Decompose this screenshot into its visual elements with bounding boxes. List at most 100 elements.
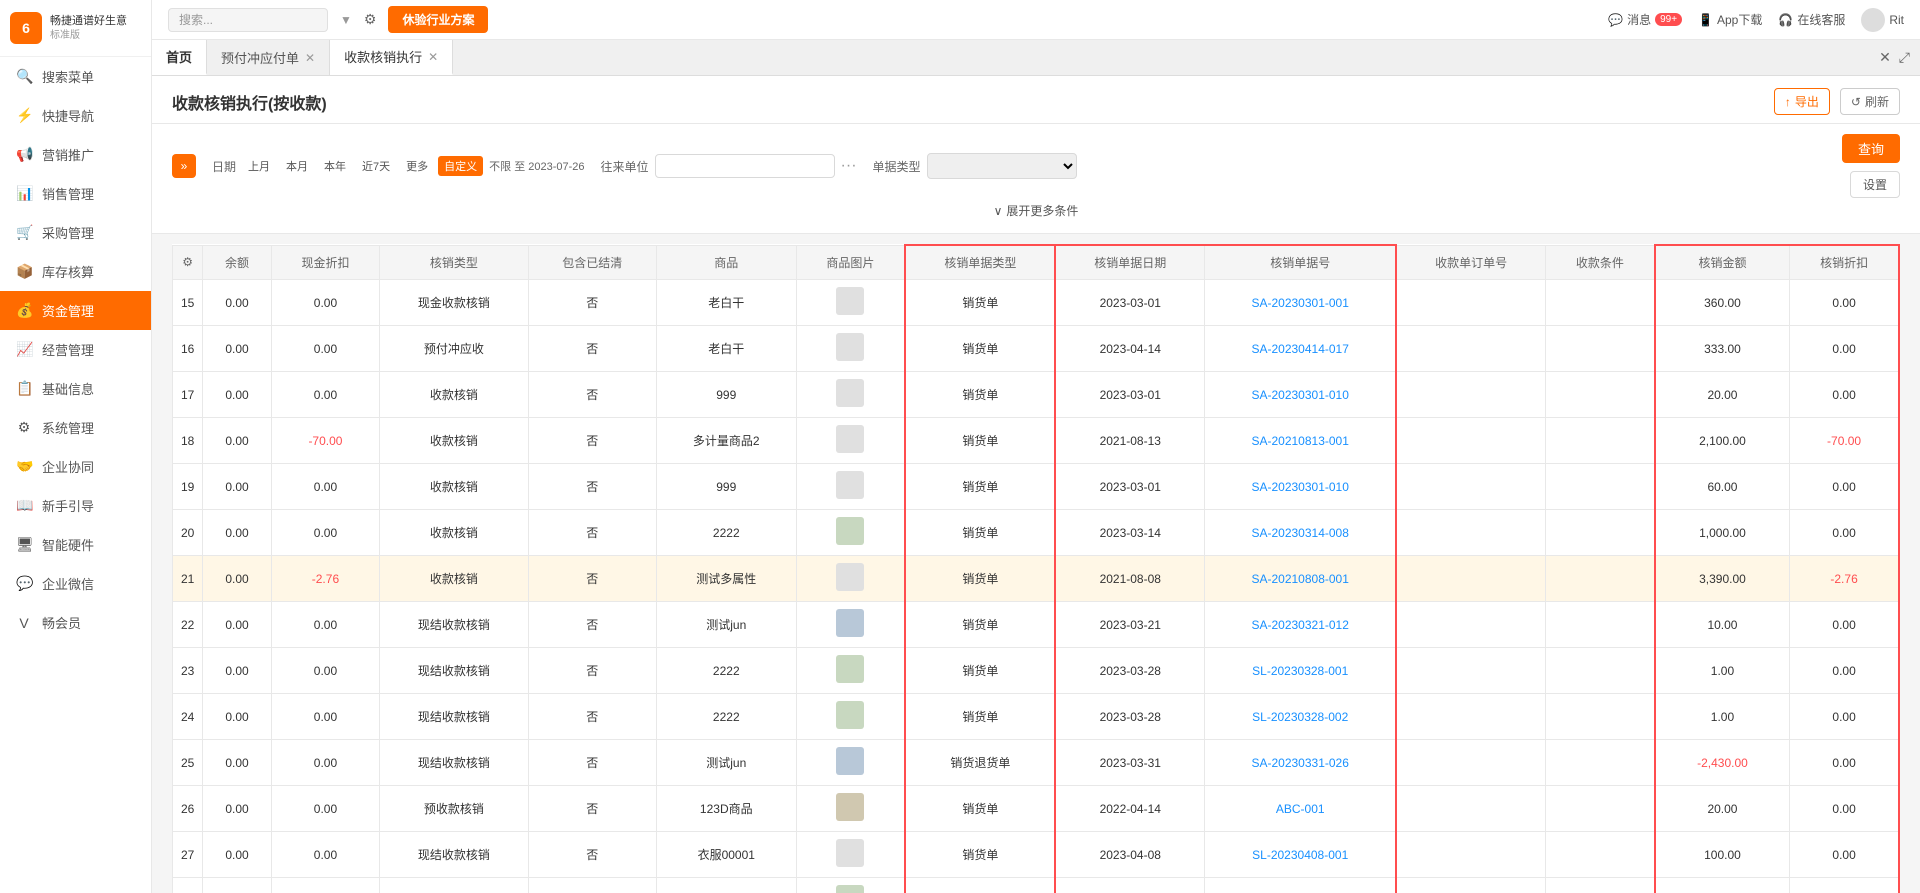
app-download-item[interactable]: 📱 App下载 — [1698, 11, 1762, 28]
sidebar-item-12[interactable]: 🖥智能硬件 — [0, 525, 151, 564]
tab-prepaid[interactable]: 预付冲应付单 ✕ — [207, 40, 330, 75]
sidebar-item-0[interactable]: 🔍搜索菜单 — [0, 57, 151, 96]
bill-type-select[interactable] — [927, 153, 1077, 179]
cell-product: 123D商品 — [657, 786, 797, 832]
sidebar-item-5[interactable]: 📦库存核算 — [0, 252, 151, 291]
cell-verify-bill-no[interactable]: SA-20210813-001 — [1205, 418, 1397, 464]
tab-expand-icon[interactable]: ⤢ — [1899, 49, 1910, 66]
table-row: 16 0.00 0.00 预付冲应收 否 老白干 销货单 2023-04-14 … — [173, 326, 1900, 372]
cell-include-settled: 否 — [528, 694, 656, 740]
page-header-actions: ↑ 导出 ↺ 刷新 — [1774, 88, 1900, 115]
sidebar-item-2[interactable]: 📢 营销推广 — [0, 135, 151, 174]
cell-verify-discount: 0.00 — [1790, 464, 1899, 510]
cell-verify-type: 收款核销 — [380, 510, 528, 556]
sidebar-item-13[interactable]: 💬企业微信 — [0, 564, 151, 603]
online-service-item[interactable]: 🎧 在线客服 — [1778, 11, 1845, 28]
sidebar-icon-8: 📋 — [16, 380, 32, 397]
tab-home[interactable]: 首页 — [152, 40, 207, 75]
sidebar-item-9[interactable]: ⚙系统管理 — [0, 408, 151, 447]
cell-product: 多计量商品2 — [657, 418, 797, 464]
cell-verify-bill-no[interactable]: SL-20230328-001 — [1205, 648, 1397, 694]
date-btn-custom[interactable]: 自定义 — [438, 156, 483, 176]
user-avatar-item[interactable]: Rit — [1861, 8, 1904, 32]
cell-include-settled: 否 — [528, 740, 656, 786]
cell-verify-amount: 1.00 — [1655, 648, 1790, 694]
cell-receipt-terms — [1546, 326, 1655, 372]
cell-receipt-terms — [1546, 694, 1655, 740]
cell-verify-bill-date: 2023-04-14 — [1055, 326, 1204, 372]
cell-verify-bill-no[interactable]: SL-20230328-002 — [1205, 694, 1397, 740]
refresh-button[interactable]: ↺ 刷新 — [1840, 88, 1900, 115]
sidebar-item-3[interactable]: 📊销售管理 — [0, 174, 151, 213]
cell-cash-discount: -2.76 — [271, 556, 379, 602]
cell-receipt-order-no — [1396, 372, 1545, 418]
cell-verify-bill-no[interactable]: SL-20230408-001 — [1205, 832, 1397, 878]
cell-cash-discount: 0.00 — [271, 602, 379, 648]
cell-verify-amount: 3,390.00 — [1655, 556, 1790, 602]
cell-verify-bill-type: 销货单 — [905, 694, 1055, 740]
partner-input[interactable] — [655, 154, 835, 178]
tab-prepaid-close[interactable]: ✕ — [305, 51, 315, 65]
tab-verify[interactable]: 收款核销执行 ✕ — [330, 40, 453, 75]
filter-expand-btn[interactable]: » — [172, 154, 196, 178]
cell-verify-bill-no[interactable]: SA-20230301-001 — [1205, 280, 1397, 326]
cell-verify-bill-type: 销货单 — [905, 372, 1055, 418]
date-btn-this-month[interactable]: 本月 — [280, 156, 314, 176]
date-btn-more[interactable]: 更多 — [400, 156, 434, 176]
brand-text: 畅捷通谱好生意 标准版 — [50, 14, 127, 41]
sidebar-item-14[interactable]: V畅会员 — [0, 603, 151, 642]
cell-verify-bill-no[interactable]: SA-20230301-010 — [1205, 372, 1397, 418]
cell-verify-bill-no[interactable]: SL-20230418-001 — [1205, 878, 1397, 893]
sidebar-icon-1: ⚡ — [16, 107, 32, 124]
expand-conditions-btn[interactable]: ∨ 展开更多条件 — [172, 198, 1900, 223]
cell-verify-bill-no[interactable]: SA-20210808-001 — [1205, 556, 1397, 602]
notifications-item[interactable]: 💬 消息 99+ — [1608, 11, 1682, 28]
query-button[interactable]: 查询 — [1842, 134, 1900, 163]
tab-close-all-icon[interactable]: ✕ — [1879, 49, 1891, 66]
sidebar-item-10[interactable]: 🤝企业协同 — [0, 447, 151, 486]
cell-verify-bill-no[interactable]: SA-20230321-012 — [1205, 602, 1397, 648]
cell-balance: 0.00 — [203, 372, 271, 418]
sidebar-item-4[interactable]: 🛒采购管理 — [0, 213, 151, 252]
cell-verify-bill-type: 销货单 — [905, 464, 1055, 510]
logo-icon: 6 — [10, 12, 42, 44]
cell-product-img — [796, 648, 905, 694]
cell-verify-type: 现结收款核销 — [380, 602, 528, 648]
topbar-gear-icon[interactable]: ⚙ — [364, 11, 377, 28]
cell-verify-bill-no[interactable]: SA-20230314-008 — [1205, 510, 1397, 556]
date-btn-this-year[interactable]: 本年 — [318, 156, 352, 176]
table-row: 25 0.00 0.00 现结收款核销 否 测试jun 销货退货单 2023-0… — [173, 740, 1900, 786]
sidebar-item-1[interactable]: ⚡快捷导航 — [0, 96, 151, 135]
sidebar-item-6[interactable]: 💰资金管理 — [0, 291, 151, 330]
topbar-chevron-icon[interactable]: ▼ — [340, 13, 352, 27]
cell-balance: 0.00 — [203, 418, 271, 464]
sidebar-label-2: 营销推广 — [42, 145, 94, 164]
cell-verify-discount: 0.00 — [1790, 832, 1899, 878]
industry-btn[interactable]: 休验行业方案 — [388, 6, 488, 33]
cell-verify-bill-type: 销货单 — [905, 556, 1055, 602]
cell-verify-bill-no[interactable]: SA-20230331-026 — [1205, 740, 1397, 786]
table-row: 24 0.00 0.00 现结收款核销 否 2222 销货单 2023-03-2… — [173, 694, 1900, 740]
cell-receipt-order-no — [1396, 878, 1545, 893]
sidebar-item-11[interactable]: 📖新手引导 — [0, 486, 151, 525]
cell-product-img — [796, 510, 905, 556]
sidebar-item-7[interactable]: 📈经营管理 — [0, 330, 151, 369]
sidebar-icon-2: 📢 — [16, 146, 32, 163]
date-btn-last-month[interactable]: 上月 — [242, 156, 276, 176]
export-button[interactable]: ↑ 导出 — [1774, 88, 1830, 115]
sidebar-item-8[interactable]: 📋基础信息 — [0, 369, 151, 408]
date-btn-7days[interactable]: 近7天 — [356, 156, 396, 176]
cell-include-settled: 否 — [528, 418, 656, 464]
cell-verify-type: 收款核销 — [380, 556, 528, 602]
settings-button[interactable]: 设置 — [1850, 171, 1900, 198]
cell-verify-bill-no[interactable]: SA-20230301-010 — [1205, 464, 1397, 510]
partner-dots[interactable]: ··· — [841, 157, 857, 175]
cell-verify-bill-date: 2022-04-14 — [1055, 786, 1204, 832]
table-row: 19 0.00 0.00 收款核销 否 999 销货单 2023-03-01 S… — [173, 464, 1900, 510]
cell-verify-bill-no[interactable]: SA-20230414-017 — [1205, 326, 1397, 372]
cell-verify-discount: 0.00 — [1790, 786, 1899, 832]
cell-verify-bill-no[interactable]: ABC-001 — [1205, 786, 1397, 832]
cell-verify-bill-date: 2021-08-13 — [1055, 418, 1204, 464]
tab-verify-close[interactable]: ✕ — [428, 50, 438, 64]
topbar-search-input[interactable] — [168, 8, 328, 32]
